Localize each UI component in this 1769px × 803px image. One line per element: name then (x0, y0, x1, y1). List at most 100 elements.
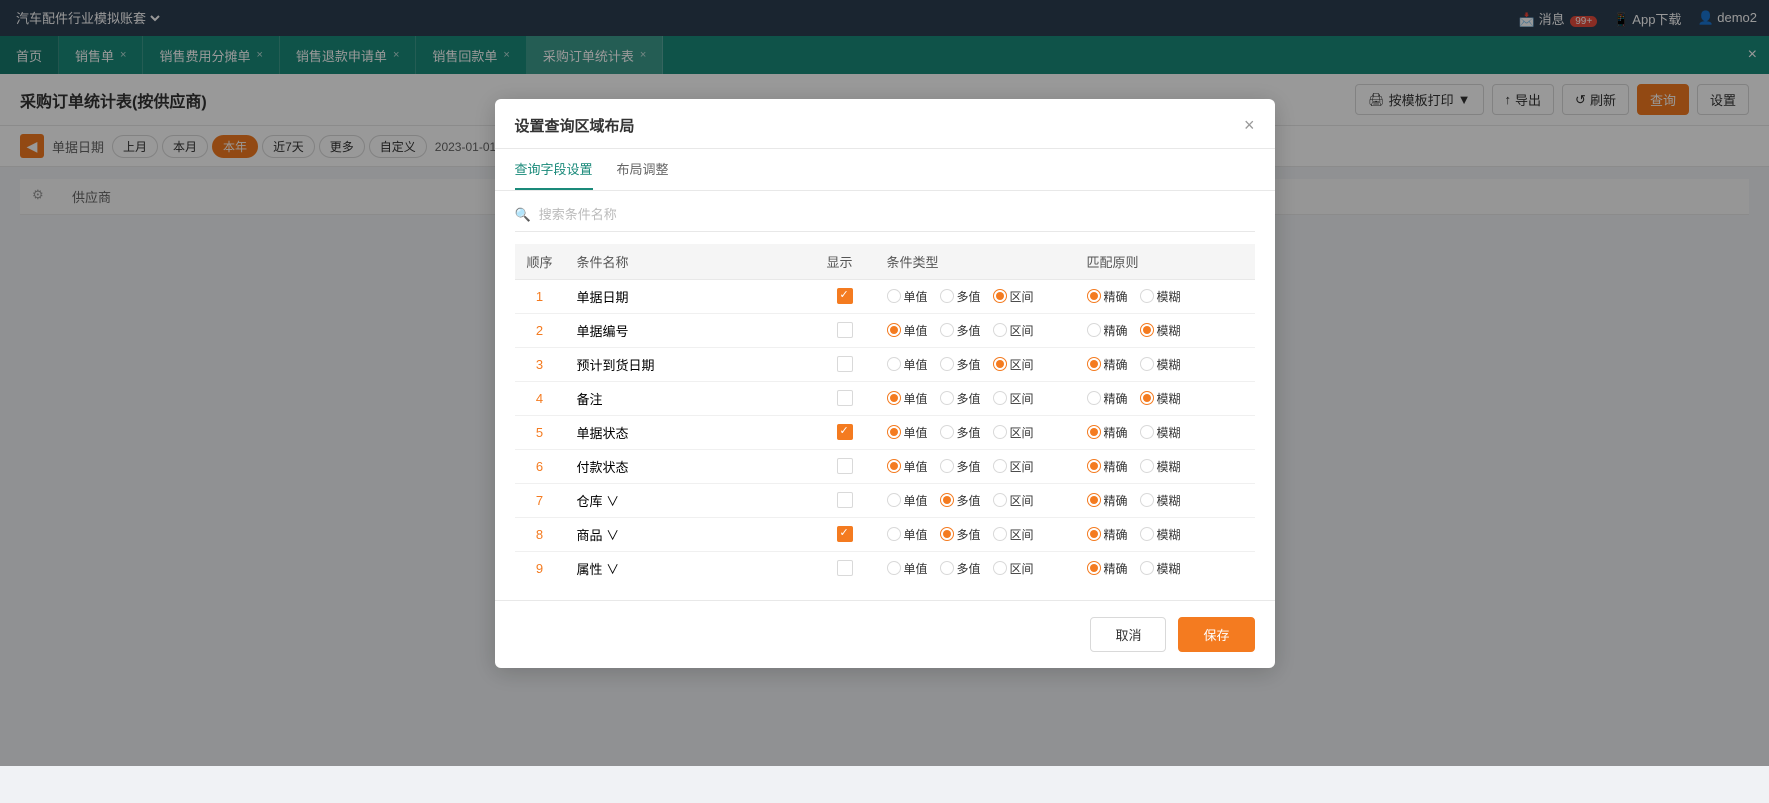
type-radio-multi[interactable]: 多值 (940, 288, 981, 305)
match-radio-fuzzy[interactable]: 模糊 (1140, 322, 1181, 339)
match-radio-exact-indicator (1087, 357, 1101, 371)
type-radio-range[interactable]: 区间 (993, 458, 1034, 475)
match-radio-fuzzy[interactable]: 模糊 (1140, 356, 1181, 373)
table-row: 1单据日期 单值多值区间 精确模糊 (515, 279, 1255, 313)
type-radio-single-indicator (887, 459, 901, 473)
type-radio-range[interactable]: 区间 (993, 390, 1034, 407)
match-radio-exact[interactable]: 精确 (1087, 288, 1128, 305)
type-radio-multi[interactable]: 多值 (940, 560, 981, 577)
match-radio-fuzzy[interactable]: 模糊 (1140, 390, 1181, 407)
match-radio-fuzzy[interactable]: 模糊 (1140, 424, 1181, 441)
type-radio-multi[interactable]: 多值 (940, 322, 981, 339)
type-radio-range-indicator (993, 391, 1007, 405)
type-radio-multi[interactable]: 多值 (940, 390, 981, 407)
type-radio-multi[interactable]: 多值 (940, 424, 981, 441)
type-radio-range-indicator (993, 289, 1007, 303)
type-radio-multi[interactable]: 多值 (940, 356, 981, 373)
type-radio-single[interactable]: 单值 (887, 526, 928, 543)
match-radio-fuzzy[interactable]: 模糊 (1140, 458, 1181, 475)
row-condition-name: 单据日期 (565, 279, 815, 313)
match-radio-fuzzy[interactable]: 模糊 (1140, 492, 1181, 509)
match-radio-fuzzy-indicator (1140, 561, 1154, 575)
type-radio-range[interactable]: 区间 (993, 492, 1034, 509)
type-radio-single[interactable]: 单值 (887, 560, 928, 577)
dialog-header: 设置查询区域布局 × (495, 99, 1275, 149)
type-radio-multi[interactable]: 多值 (940, 526, 981, 543)
show-checkbox[interactable] (837, 390, 853, 406)
table-row: 7仓库 ∨单值多值区间精确模糊 (515, 483, 1255, 517)
match-radio-exact[interactable]: 精确 (1087, 526, 1128, 543)
row-order: 6 (515, 449, 565, 483)
match-radio-exact[interactable]: 精确 (1087, 458, 1128, 475)
type-radio-multi[interactable]: 多值 (940, 492, 981, 509)
th-match: 匹配原则 (1075, 244, 1255, 280)
settings-table-scroll: 顺序 条件名称 显示 条件类型 匹配原则 1单据日期单值多值区间精确模糊2单据编… (515, 244, 1255, 584)
row-show-cell (815, 279, 875, 313)
type-radio-range[interactable]: 区间 (993, 526, 1034, 543)
search-bar: 🔍 (515, 207, 1255, 232)
row-order: 2 (515, 313, 565, 347)
row-match-cell: 精确模糊 (1075, 415, 1255, 449)
dialog-body: 🔍 顺序 条件名称 显示 条件类型 匹配原则 (495, 191, 1275, 600)
show-checkbox[interactable] (837, 458, 853, 474)
type-radio-range[interactable]: 区间 (993, 560, 1034, 577)
match-radio-exact[interactable]: 精确 (1087, 322, 1128, 339)
match-radio-exact[interactable]: 精确 (1087, 356, 1128, 373)
match-radio-fuzzy[interactable]: 模糊 (1140, 526, 1181, 543)
th-show: 显示 (815, 244, 875, 280)
type-radio-range[interactable]: 区间 (993, 356, 1034, 373)
match-radio-fuzzy[interactable]: 模糊 (1140, 288, 1181, 305)
table-row: 8商品 ∨单值多值区间精确模糊 (515, 517, 1255, 551)
dialog-close-button[interactable]: × (1244, 115, 1255, 136)
type-radio-single[interactable]: 单值 (887, 322, 928, 339)
row-type-cell: 单值多值区间 (875, 415, 1075, 449)
match-radio-exact-indicator (1087, 527, 1101, 541)
match-radio-fuzzy-indicator (1140, 425, 1154, 439)
dialog-footer: 取消 保存 (495, 600, 1275, 668)
search-input[interactable] (539, 207, 739, 222)
show-checkbox[interactable] (837, 288, 853, 304)
row-type-cell: 单值多值区间 (875, 347, 1075, 381)
row-match-cell: 精确模糊 (1075, 347, 1255, 381)
row-show-cell (815, 449, 875, 483)
table-row: 2单据编号单值多值区间精确模糊 (515, 313, 1255, 347)
type-radio-single[interactable]: 单值 (887, 288, 928, 305)
show-checkbox[interactable] (837, 526, 853, 542)
row-type-cell: 单值多值区间 (875, 551, 1075, 584)
match-radio-exact[interactable]: 精确 (1087, 492, 1128, 509)
show-checkbox[interactable] (837, 424, 853, 440)
tab-layout-adjust[interactable]: 布局调整 (617, 149, 669, 190)
type-radio-single[interactable]: 单值 (887, 458, 928, 475)
match-radio-exact-indicator (1087, 425, 1101, 439)
dialog-tabs: 查询字段设置 布局调整 (495, 149, 1275, 191)
type-radio-single-indicator (887, 493, 901, 507)
cancel-button[interactable]: 取消 (1090, 617, 1166, 652)
match-radio-exact[interactable]: 精确 (1087, 424, 1128, 441)
type-radio-range[interactable]: 区间 (993, 288, 1034, 305)
match-radio-exact[interactable]: 精确 (1087, 390, 1128, 407)
row-type-cell: 单值多值区间 (875, 381, 1075, 415)
settings-dialog: 设置查询区域布局 × 查询字段设置 布局调整 🔍 顺序 条件名称 (495, 99, 1275, 668)
save-button[interactable]: 保存 (1178, 617, 1254, 652)
type-radio-single[interactable]: 单值 (887, 390, 928, 407)
show-checkbox[interactable] (837, 492, 853, 508)
type-radio-single-indicator (887, 391, 901, 405)
type-radio-range[interactable]: 区间 (993, 424, 1034, 441)
row-show-cell (815, 347, 875, 381)
match-radio-fuzzy-indicator (1140, 391, 1154, 405)
type-radio-single-indicator (887, 527, 901, 541)
tab-query-fields[interactable]: 查询字段设置 (515, 149, 593, 190)
match-radio-exact[interactable]: 精确 (1087, 560, 1128, 577)
row-order: 1 (515, 279, 565, 313)
type-radio-single[interactable]: 单值 (887, 356, 928, 373)
show-checkbox[interactable] (837, 560, 853, 576)
match-radio-fuzzy[interactable]: 模糊 (1140, 560, 1181, 577)
show-checkbox[interactable] (837, 356, 853, 372)
type-radio-range[interactable]: 区间 (993, 322, 1034, 339)
type-radio-single[interactable]: 单值 (887, 492, 928, 509)
type-radio-single[interactable]: 单值 (887, 424, 928, 441)
show-checkbox[interactable] (837, 322, 853, 338)
type-radio-multi[interactable]: 多值 (940, 458, 981, 475)
row-match-cell: 精确模糊 (1075, 381, 1255, 415)
row-condition-name: 预计到货日期 (565, 347, 815, 381)
